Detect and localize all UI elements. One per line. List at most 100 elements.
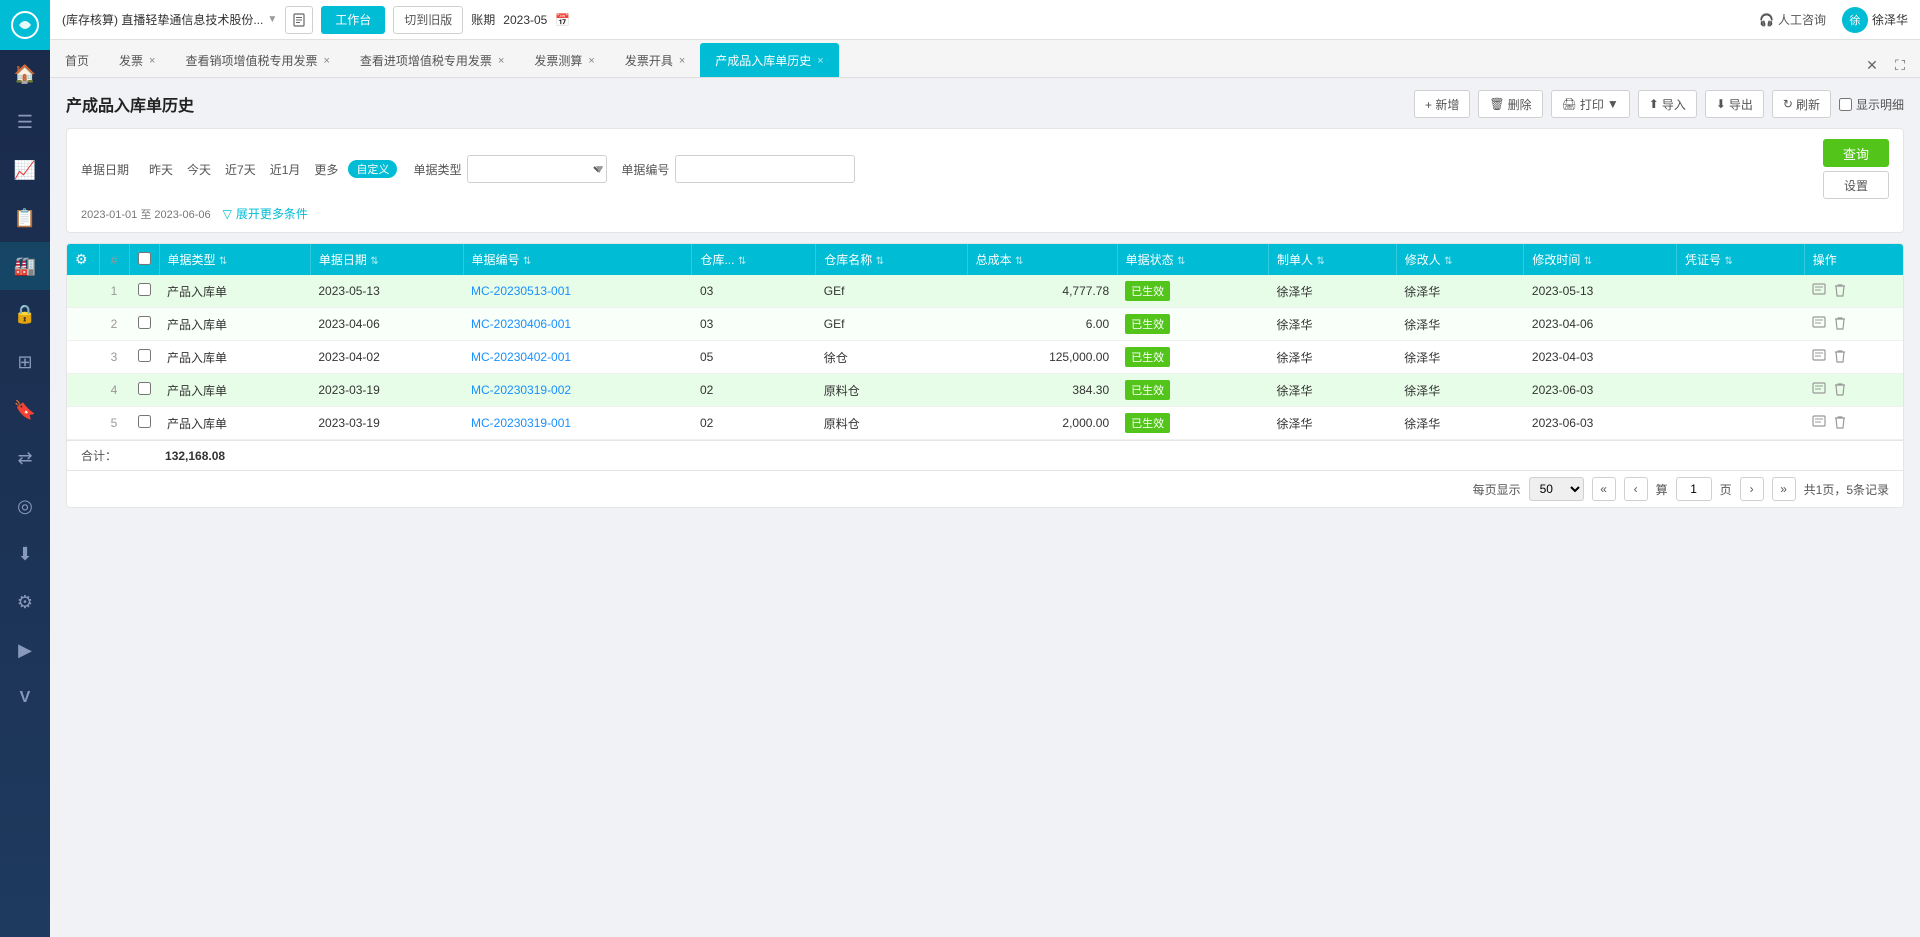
- date-custom-tag[interactable]: 自定义: [348, 160, 397, 178]
- date-opt-last1month[interactable]: 近1月: [266, 159, 305, 180]
- last-page-button[interactable]: »: [1772, 477, 1796, 501]
- row-number-link-4[interactable]: MC-20230319-001: [471, 416, 571, 430]
- workbench-button[interactable]: 工作台: [321, 6, 385, 34]
- tab-output-vat[interactable]: 查看销项增值税专用发票 ×: [170, 43, 344, 77]
- tab-invoice-open[interactable]: 发票开具 ×: [610, 43, 700, 77]
- prev-page-button[interactable]: ‹: [1624, 477, 1648, 501]
- tab-invoice-open-close[interactable]: ×: [679, 55, 685, 67]
- edit-icon-1[interactable]: [1812, 316, 1826, 333]
- sidebar-item-download[interactable]: ⬇: [0, 530, 50, 578]
- row-number-link-0[interactable]: MC-20230513-001: [471, 284, 571, 298]
- row-checkbox-input-2[interactable]: [138, 349, 151, 362]
- per-page-select[interactable]: 50 100 200: [1529, 477, 1584, 501]
- row-checkbox-input-0[interactable]: [138, 283, 151, 296]
- page-number-input[interactable]: [1676, 477, 1712, 501]
- tab-home[interactable]: 首页: [50, 43, 104, 77]
- th-total-cost[interactable]: 总成本 ⇅: [967, 244, 1117, 275]
- user-info[interactable]: 徐 徐泽华: [1842, 7, 1908, 33]
- close-all-tabs-button[interactable]: ✕: [1860, 53, 1884, 77]
- delete-icon-2[interactable]: [1834, 349, 1846, 366]
- date-opt-today[interactable]: 今天: [183, 159, 215, 180]
- column-settings-icon[interactable]: ⚙: [75, 251, 88, 267]
- th-voucher[interactable]: 凭证号 ⇅: [1677, 244, 1805, 275]
- sidebar-item-menu[interactable]: ☰: [0, 98, 50, 146]
- row-checkbox-1[interactable]: [129, 308, 159, 341]
- sidebar-item-docs[interactable]: 📋: [0, 194, 50, 242]
- first-page-button[interactable]: «: [1592, 477, 1616, 501]
- export-button[interactable]: ⬇ 导出: [1705, 90, 1764, 118]
- th-number[interactable]: 单据编号 ⇅: [463, 244, 692, 275]
- delete-icon-3[interactable]: [1834, 382, 1846, 399]
- import-button[interactable]: ⬆ 导入: [1638, 90, 1697, 118]
- calendar-icon[interactable]: 📅: [555, 13, 570, 27]
- row-checkbox-input-1[interactable]: [138, 316, 151, 329]
- sidebar-item-warehouse[interactable]: 🏭: [0, 242, 50, 290]
- date-opt-yesterday[interactable]: 昨天: [145, 159, 177, 180]
- number-filter-input[interactable]: [675, 155, 855, 183]
- row-checkbox-input-4[interactable]: [138, 415, 151, 428]
- maximize-button[interactable]: ⛶: [1888, 53, 1912, 77]
- select-all-checkbox[interactable]: [138, 252, 151, 265]
- sidebar-item-analytics[interactable]: 📈: [0, 146, 50, 194]
- edit-icon-3[interactable]: [1812, 382, 1826, 399]
- query-button[interactable]: 查询: [1823, 139, 1889, 167]
- row-number-link-2[interactable]: MC-20230402-001: [471, 350, 571, 364]
- th-warehouse-code[interactable]: 仓库... ⇅: [692, 244, 816, 275]
- th-creator[interactable]: 制单人 ⇅: [1269, 244, 1397, 275]
- th-date[interactable]: 单据日期 ⇅: [310, 244, 463, 275]
- tab-invoice[interactable]: 发票 ×: [104, 43, 170, 77]
- row-checkbox-0[interactable]: [129, 275, 159, 308]
- delete-button[interactable]: 🗑 删除: [1478, 90, 1542, 118]
- th-settings[interactable]: ⚙: [67, 244, 99, 275]
- edit-icon-4[interactable]: [1812, 415, 1826, 432]
- row-number-link-1[interactable]: MC-20230406-001: [471, 317, 571, 331]
- service-button[interactable]: 🎧 人工咨询: [1759, 11, 1826, 28]
- row-checkbox-4[interactable]: [129, 407, 159, 440]
- row-checkbox-input-3[interactable]: [138, 382, 151, 395]
- date-opt-last7days[interactable]: 近7天: [221, 159, 260, 180]
- tab-invoice-close[interactable]: ×: [149, 55, 155, 67]
- print-button[interactable]: 🖨 打印 ▼: [1551, 90, 1630, 118]
- next-page-button[interactable]: ›: [1740, 477, 1764, 501]
- sidebar-item-bookmark[interactable]: 🔖: [0, 386, 50, 434]
- tab-input-vat-close[interactable]: ×: [498, 55, 504, 67]
- tab-invoice-calc-close[interactable]: ×: [588, 55, 594, 67]
- th-checkbox[interactable]: [129, 244, 159, 275]
- th-modifier[interactable]: 修改人 ⇅: [1396, 244, 1524, 275]
- tab-input-vat[interactable]: 查看进项增值税专用发票 ×: [345, 43, 519, 77]
- date-opt-more[interactable]: 更多: [310, 159, 342, 180]
- new-button[interactable]: + 新增: [1414, 90, 1470, 118]
- edit-icon-2[interactable]: [1812, 349, 1826, 366]
- th-modify-time[interactable]: 修改时间 ⇅: [1524, 244, 1677, 275]
- edit-icon-0[interactable]: [1812, 283, 1826, 300]
- row-number-link-3[interactable]: MC-20230319-002: [471, 383, 571, 397]
- th-status[interactable]: 单据状态 ⇅: [1117, 244, 1268, 275]
- sidebar-item-security[interactable]: 🔒: [0, 290, 50, 338]
- delete-icon-0[interactable]: [1834, 283, 1846, 300]
- sidebar-item-grid[interactable]: ⊞: [0, 338, 50, 386]
- expand-more-btn[interactable]: ▽ 展开更多条件: [223, 205, 308, 222]
- th-warehouse-name[interactable]: 仓库名称 ⇅: [816, 244, 967, 275]
- document-icon-btn[interactable]: [285, 6, 313, 34]
- refresh-button[interactable]: ↻ 刷新: [1772, 90, 1831, 118]
- sidebar-item-play[interactable]: ▶: [0, 626, 50, 674]
- tab-invoice-calc[interactable]: 发票测算 ×: [519, 43, 609, 77]
- row-checkbox-3[interactable]: [129, 374, 159, 407]
- delete-icon-1[interactable]: [1834, 316, 1846, 333]
- th-type[interactable]: 单据类型 ⇅: [159, 244, 310, 275]
- sidebar-item-transfer[interactable]: ⇄: [0, 434, 50, 482]
- delete-icon-4[interactable]: [1834, 415, 1846, 432]
- company-selector[interactable]: (库存核算) 直播轻挚通信息技术股份... ▼: [62, 11, 277, 28]
- sidebar-item-v[interactable]: V: [0, 674, 50, 722]
- tab-product-inbound-close[interactable]: ×: [817, 55, 823, 67]
- row-checkbox-2[interactable]: [129, 341, 159, 374]
- tab-product-inbound[interactable]: 产成品入库单历史 ×: [700, 43, 838, 77]
- sidebar-item-circle[interactable]: ◎: [0, 482, 50, 530]
- show-detail-checkbox[interactable]: [1839, 98, 1852, 111]
- setting-button[interactable]: 设置: [1823, 171, 1889, 199]
- sidebar-item-home[interactable]: 🏠: [0, 50, 50, 98]
- tab-output-vat-close[interactable]: ×: [323, 55, 329, 67]
- sidebar-item-settings[interactable]: ⚙: [0, 578, 50, 626]
- switch-version-button[interactable]: 切到旧版: [393, 6, 463, 34]
- type-filter-select[interactable]: [467, 155, 607, 183]
